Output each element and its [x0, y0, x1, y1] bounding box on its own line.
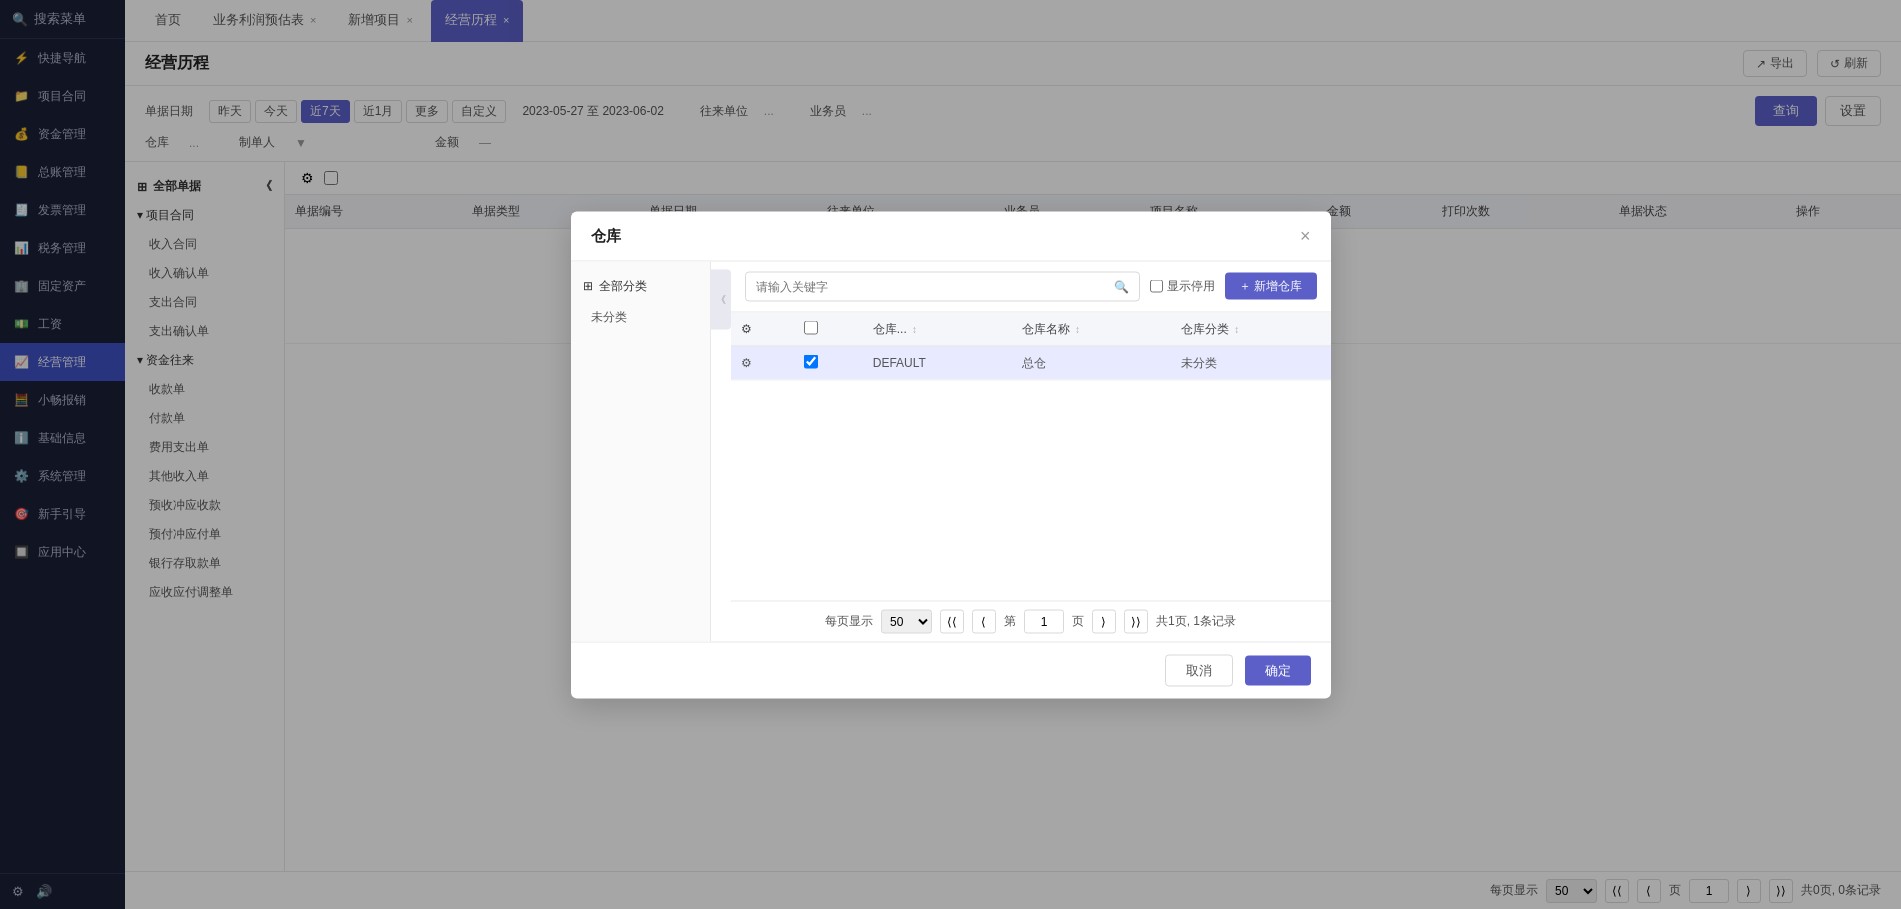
modal-row-gear: ⚙ [731, 346, 794, 380]
modal-first-page[interactable]: ⟨⟨ [940, 609, 964, 633]
modal-table-wrapper: ⚙ 仓库... ↕ 仓库名称 ↕ 仓库分类 ↕ ⚙ DEFAULT 总仓 [731, 312, 1331, 600]
warehouse-modal: 仓库 × ⊞ 全部分类 未分类 《 🔍 [571, 211, 1331, 698]
modal-page-size-select[interactable]: 50 100 [881, 609, 932, 633]
modal-footer: 取消 确定 [571, 641, 1331, 698]
show-disabled-label: 显示停用 [1167, 278, 1215, 295]
modal-page-prefix: 第 [1004, 613, 1016, 630]
modal-page-size-label: 每页显示 [825, 613, 873, 630]
modal-warehouse-table: ⚙ 仓库... ↕ 仓库名称 ↕ 仓库分类 ↕ ⚙ DEFAULT 总仓 [731, 312, 1331, 380]
modal-categories: ⊞ 全部分类 未分类 [571, 261, 711, 641]
grid-icon-modal: ⊞ [583, 279, 593, 293]
modal-page-input[interactable] [1024, 609, 1064, 633]
modal-toolbar: 🔍 显示停用 ＋ 新增仓库 [731, 261, 1331, 312]
modal-total-info: 共1页, 1条记录 [1156, 613, 1236, 630]
modal-title: 仓库 [591, 226, 621, 245]
modal-row-checkbox[interactable] [804, 354, 818, 368]
modal-select-all[interactable] [804, 320, 818, 334]
modal-row-code: DEFAULT [863, 346, 1012, 380]
modal-row-category: 未分类 [1171, 346, 1330, 380]
modal-col-code: 仓库... ↕ [863, 312, 1012, 346]
modal-collapse-button[interactable]: 《 [711, 269, 731, 329]
modal-right-panel: 🔍 显示停用 ＋ 新增仓库 ⚙ 仓库... ↕ 仓库名称 ↕ [731, 261, 1331, 641]
modal-last-page[interactable]: ⟩⟩ [1124, 609, 1148, 633]
show-disabled-checkbox[interactable] [1150, 280, 1163, 293]
modal-prev-page[interactable]: ⟨ [972, 609, 996, 633]
modal-cat-uncategorized-label: 未分类 [591, 309, 627, 323]
modal-cat-uncategorized[interactable]: 未分类 [571, 302, 710, 331]
modal-row-checkbox-cell [794, 346, 863, 380]
modal-next-page[interactable]: ⟩ [1092, 609, 1116, 633]
modal-col-category: 仓库分类 ↕ [1171, 312, 1330, 346]
modal-search-box[interactable]: 🔍 [745, 271, 1141, 301]
modal-table-row[interactable]: ⚙ DEFAULT 总仓 未分类 [731, 346, 1331, 380]
modal-cat-all[interactable]: ⊞ 全部分类 [571, 269, 710, 302]
modal-page-suffix: 页 [1072, 613, 1084, 630]
modal-body: ⊞ 全部分类 未分类 《 🔍 显示停用 ＋ 新增 [571, 261, 1331, 641]
modal-col-gear: ⚙ [731, 312, 794, 346]
modal-search-input[interactable] [756, 279, 1109, 293]
modal-col-name: 仓库名称 ↕ [1012, 312, 1171, 346]
search-icon-modal: 🔍 [1114, 279, 1129, 293]
modal-cat-all-label: 全部分类 [599, 277, 647, 294]
modal-pagination: 每页显示 50 100 ⟨⟨ ⟨ 第 页 ⟩ ⟩⟩ 共1页, 1条记录 [731, 600, 1331, 641]
add-warehouse-button[interactable]: ＋ 新增仓库 [1225, 273, 1316, 300]
modal-row-name: 总仓 [1012, 346, 1171, 380]
modal-confirm-button[interactable]: 确定 [1245, 655, 1311, 685]
modal-cancel-button[interactable]: 取消 [1165, 654, 1233, 686]
modal-close-button[interactable]: × [1300, 225, 1311, 246]
modal-col-check [794, 312, 863, 346]
collapse-chevron-icon: 《 [716, 292, 726, 306]
modal-header: 仓库 × [571, 211, 1331, 261]
show-disabled-checkbox-label[interactable]: 显示停用 [1150, 278, 1215, 295]
